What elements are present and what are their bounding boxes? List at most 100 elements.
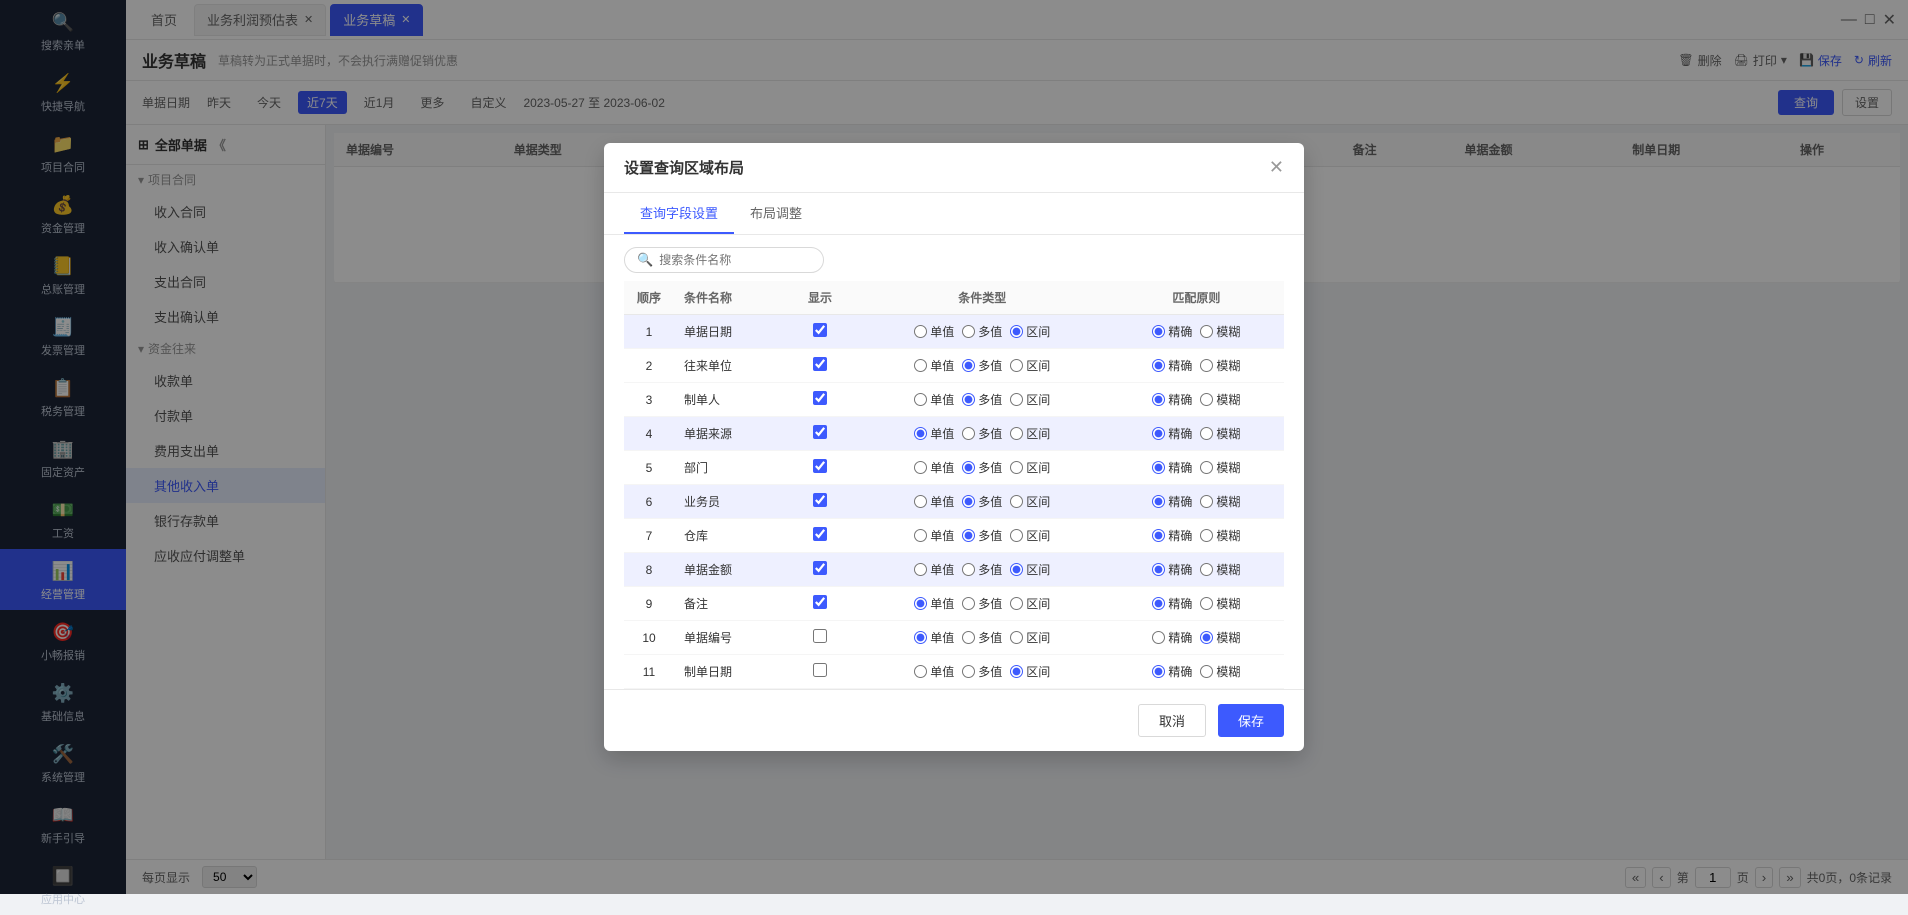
match-exact-radio[interactable] — [1152, 665, 1165, 678]
match-exact-radio[interactable] — [1152, 359, 1165, 372]
match-exact-radio[interactable] — [1152, 529, 1165, 542]
type-multi-radio[interactable] — [962, 563, 975, 576]
type-single-radio[interactable] — [914, 665, 927, 678]
row-display[interactable] — [784, 451, 855, 485]
match-fuzzy-option[interactable]: 模糊 — [1200, 357, 1240, 374]
modal-tab-query[interactable]: 查询字段设置 — [624, 193, 734, 234]
type-range-radio[interactable] — [1010, 427, 1023, 440]
type-range-radio[interactable] — [1010, 461, 1023, 474]
type-single-option[interactable]: 单值 — [914, 459, 954, 476]
type-multi-radio[interactable] — [962, 631, 975, 644]
type-range-option[interactable]: 区间 — [1010, 391, 1050, 408]
match-exact-option[interactable]: 精确 — [1152, 629, 1192, 646]
type-range-radio[interactable] — [1010, 631, 1023, 644]
type-multi-radio[interactable] — [962, 495, 975, 508]
match-fuzzy-radio[interactable] — [1200, 325, 1213, 338]
type-multi-radio[interactable] — [962, 427, 975, 440]
match-exact-radio[interactable] — [1152, 495, 1165, 508]
match-exact-option[interactable]: 精确 — [1152, 595, 1192, 612]
match-fuzzy-option[interactable]: 模糊 — [1200, 629, 1240, 646]
match-exact-option[interactable]: 精确 — [1152, 425, 1192, 442]
match-fuzzy-radio[interactable] — [1200, 665, 1213, 678]
match-fuzzy-radio[interactable] — [1200, 597, 1213, 610]
match-fuzzy-option[interactable]: 模糊 — [1200, 527, 1240, 544]
type-range-radio[interactable] — [1010, 495, 1023, 508]
match-fuzzy-radio[interactable] — [1200, 563, 1213, 576]
type-range-radio[interactable] — [1010, 393, 1023, 406]
match-fuzzy-option[interactable]: 模糊 — [1200, 323, 1240, 340]
type-single-radio[interactable] — [914, 393, 927, 406]
type-multi-option[interactable]: 多值 — [962, 323, 1002, 340]
type-range-radio[interactable] — [1010, 529, 1023, 542]
display-checkbox[interactable] — [813, 357, 827, 371]
type-single-radio[interactable] — [914, 427, 927, 440]
match-exact-radio[interactable] — [1152, 325, 1165, 338]
match-exact-option[interactable]: 精确 — [1152, 459, 1192, 476]
match-fuzzy-radio[interactable] — [1200, 495, 1213, 508]
type-range-option[interactable]: 区间 — [1010, 459, 1050, 476]
row-display[interactable] — [784, 383, 855, 417]
type-range-option[interactable]: 区间 — [1010, 493, 1050, 510]
type-multi-option[interactable]: 多值 — [962, 527, 1002, 544]
type-range-option[interactable]: 区间 — [1010, 595, 1050, 612]
type-single-radio[interactable] — [914, 597, 927, 610]
type-single-radio[interactable] — [914, 563, 927, 576]
type-multi-radio[interactable] — [962, 325, 975, 338]
type-single-radio[interactable] — [914, 631, 927, 644]
type-range-radio[interactable] — [1010, 597, 1023, 610]
type-single-option[interactable]: 单值 — [914, 391, 954, 408]
row-display[interactable] — [784, 315, 855, 349]
type-single-option[interactable]: 单值 — [914, 357, 954, 374]
match-fuzzy-radio[interactable] — [1200, 529, 1213, 542]
match-fuzzy-radio[interactable] — [1200, 427, 1213, 440]
match-fuzzy-option[interactable]: 模糊 — [1200, 561, 1240, 578]
type-multi-radio[interactable] — [962, 665, 975, 678]
type-range-option[interactable]: 区间 — [1010, 663, 1050, 680]
match-fuzzy-radio[interactable] — [1200, 393, 1213, 406]
modal-cancel-button[interactable]: 取消 — [1138, 704, 1206, 737]
match-fuzzy-option[interactable]: 模糊 — [1200, 493, 1240, 510]
modal-save-button[interactable]: 保存 — [1218, 704, 1284, 737]
type-multi-option[interactable]: 多值 — [962, 425, 1002, 442]
type-multi-option[interactable]: 多值 — [962, 391, 1002, 408]
type-range-option[interactable]: 区间 — [1010, 527, 1050, 544]
match-fuzzy-option[interactable]: 模糊 — [1200, 391, 1240, 408]
match-exact-radio[interactable] — [1152, 631, 1165, 644]
row-display[interactable] — [784, 417, 855, 451]
modal-search-input[interactable] — [659, 253, 814, 267]
type-range-option[interactable]: 区间 — [1010, 323, 1050, 340]
type-single-radio[interactable] — [914, 325, 927, 338]
display-checkbox[interactable] — [813, 391, 827, 405]
match-exact-radio[interactable] — [1152, 597, 1165, 610]
match-fuzzy-option[interactable]: 模糊 — [1200, 595, 1240, 612]
type-single-radio[interactable] — [914, 359, 927, 372]
match-fuzzy-radio[interactable] — [1200, 461, 1213, 474]
match-exact-option[interactable]: 精确 — [1152, 391, 1192, 408]
match-exact-radio[interactable] — [1152, 563, 1165, 576]
type-single-radio[interactable] — [914, 495, 927, 508]
type-single-option[interactable]: 单值 — [914, 493, 954, 510]
type-range-option[interactable]: 区间 — [1010, 425, 1050, 442]
type-single-radio[interactable] — [914, 461, 927, 474]
type-range-radio[interactable] — [1010, 563, 1023, 576]
display-checkbox[interactable] — [813, 527, 827, 541]
type-range-option[interactable]: 区间 — [1010, 357, 1050, 374]
display-checkbox[interactable] — [813, 425, 827, 439]
match-exact-option[interactable]: 精确 — [1152, 357, 1192, 374]
display-checkbox[interactable] — [813, 629, 827, 643]
type-single-option[interactable]: 单值 — [914, 595, 954, 612]
modal-tab-layout[interactable]: 布局调整 — [734, 193, 818, 234]
type-multi-option[interactable]: 多值 — [962, 663, 1002, 680]
type-range-option[interactable]: 区间 — [1010, 561, 1050, 578]
type-multi-option[interactable]: 多值 — [962, 357, 1002, 374]
match-exact-radio[interactable] — [1152, 393, 1165, 406]
type-multi-radio[interactable] — [962, 597, 975, 610]
type-single-radio[interactable] — [914, 529, 927, 542]
match-exact-option[interactable]: 精确 — [1152, 527, 1192, 544]
row-display[interactable] — [784, 587, 855, 621]
row-display[interactable] — [784, 655, 855, 689]
display-checkbox[interactable] — [813, 595, 827, 609]
match-exact-option[interactable]: 精确 — [1152, 663, 1192, 680]
type-multi-option[interactable]: 多值 — [962, 629, 1002, 646]
type-single-option[interactable]: 单值 — [914, 629, 954, 646]
